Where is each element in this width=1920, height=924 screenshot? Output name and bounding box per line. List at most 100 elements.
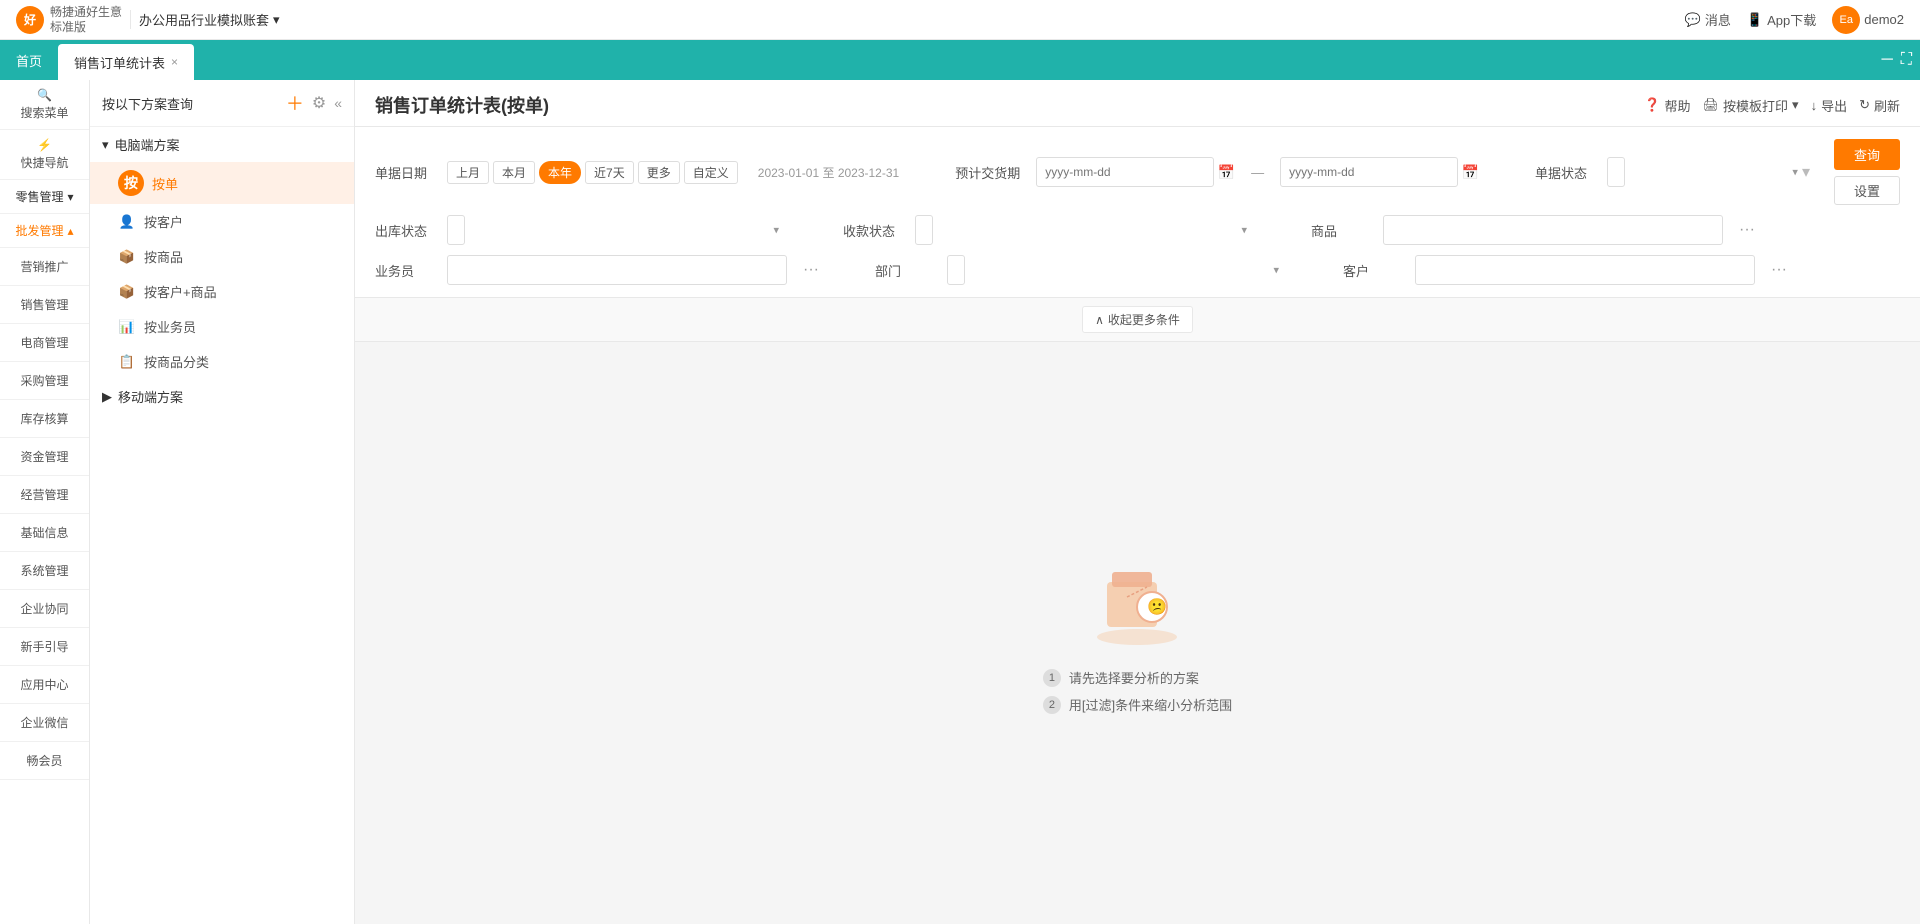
expected-date-end-input[interactable] — [1280, 157, 1457, 187]
scheme-group-desktop: ▾ 电脑端方案 按 按单 👤 按客户 📦 按商品 📦 按客户+ — [90, 127, 354, 379]
refresh-icon: ↻ — [1859, 97, 1870, 113]
tab-sales-order[interactable]: 销售订单统计表 × — [58, 44, 194, 80]
action-btns: 查询 设置 — [1834, 139, 1900, 205]
app-selector[interactable]: 办公用品行业模拟账套 ▾ — [130, 10, 288, 29]
out-status-select[interactable] — [447, 215, 465, 245]
date-btn-more[interactable]: 更多 — [638, 161, 680, 184]
sidebar-item-retail[interactable]: 零售管理 ▾ — [0, 180, 89, 214]
refresh-btn[interactable]: ↻ 刷新 — [1859, 96, 1900, 115]
scheme-item-by-goods[interactable]: 📦 按商品 — [90, 239, 354, 274]
status-select-wrapper — [1607, 157, 1806, 187]
expected-date-start-input[interactable] — [1036, 157, 1213, 187]
scheme-panel-actions: ＋ ⚙ « — [286, 90, 342, 116]
svg-text:😕: 😕 — [1147, 598, 1167, 616]
print-btn[interactable]: 🖨 按模板打印 ▾ — [1703, 96, 1799, 115]
print-arrow-icon: ▾ — [1792, 97, 1799, 113]
sidebar-item-sales[interactable]: 销售管理 — [0, 286, 89, 324]
settings-btn[interactable]: 设置 — [1834, 176, 1900, 205]
date-btn-7days[interactable]: 近7天 — [585, 161, 634, 184]
collapse-icon: ∧ — [1095, 313, 1104, 327]
sidebar-search-btn[interactable]: 🔍 搜索菜单 — [0, 80, 89, 130]
calendar-end-icon[interactable]: 📅 — [1462, 164, 1479, 181]
user-menu-btn[interactable]: Ea demo2 — [1832, 6, 1904, 34]
scheme-item-by-category[interactable]: 📋 按商品分类 — [90, 344, 354, 379]
hint-num-2: 2 — [1043, 696, 1061, 714]
scheme-customer-icon: 👤 — [118, 213, 136, 231]
goods-more-icon[interactable]: ··· — [1739, 221, 1755, 239]
search-icon: 🔍 — [37, 88, 52, 102]
export-btn[interactable]: ↓ 导出 — [1811, 96, 1848, 115]
scheme-item-by-customer[interactable]: 👤 按客户 — [90, 204, 354, 239]
pay-status-select[interactable] — [915, 215, 933, 245]
collapse-row: ∧ 收起更多条件 — [355, 298, 1920, 342]
sidebar-item-purchase[interactable]: 采购管理 — [0, 362, 89, 400]
customer-input[interactable] — [1415, 255, 1755, 285]
print-icon: 🖨 — [1703, 97, 1720, 113]
logo-icon: 好 — [16, 6, 44, 34]
scheme-group-desktop-title[interactable]: ▾ 电脑端方案 — [90, 127, 354, 162]
scheme-group-mobile: ▶ 移动端方案 — [90, 379, 354, 414]
status-select[interactable] — [1607, 157, 1625, 187]
department-wrapper — [947, 255, 1287, 285]
scheme-item-by-order[interactable]: 按 按单 — [90, 162, 354, 204]
scheme-item-by-salesperson[interactable]: 📊 按业务员 — [90, 309, 354, 344]
sidebar-item-wechat[interactable]: 企业微信 — [0, 704, 89, 742]
scheme-category-icon: 📋 — [118, 353, 136, 371]
salesperson-more-icon[interactable]: ··· — [803, 261, 819, 279]
download-icon: 📱 — [1747, 12, 1763, 28]
goods-input[interactable] — [1383, 215, 1723, 245]
sidebar-item-member[interactable]: 畅会员 — [0, 742, 89, 780]
department-select[interactable] — [947, 255, 965, 285]
scheme-panel-header: 按以下方案查询 ＋ ⚙ « — [90, 80, 354, 127]
date-btn-custom[interactable]: 自定义 — [684, 161, 738, 184]
out-status-wrapper — [447, 215, 787, 245]
quick-nav-icon: ⚡ — [37, 138, 52, 152]
add-scheme-icon[interactable]: ＋ — [286, 90, 304, 116]
message-btn[interactable]: 💬 消息 — [1685, 10, 1731, 29]
sidebar-item-marketing[interactable]: 营销推广 — [0, 248, 89, 286]
group-arrow-icon: ▾ — [102, 137, 109, 153]
date-range-display: 2023-01-01 至 2023-12-31 — [758, 164, 899, 181]
hint-num-1: 1 — [1043, 669, 1061, 687]
search-btn[interactable]: 查询 — [1834, 139, 1900, 170]
date-btn-this-month[interactable]: 本月 — [493, 161, 535, 184]
scheme-item-by-customer-goods[interactable]: 📦 按客户+商品 — [90, 274, 354, 309]
main-layout: 🔍 搜索菜单 ⚡ 快捷导航 零售管理 ▾ 批发管理 ▴ 营销推广 销售管理 电商… — [0, 80, 1920, 924]
settings-scheme-icon[interactable]: ⚙ — [312, 93, 326, 113]
empty-text: 1 请先选择要分析的方案 2 用[过滤]条件来缩小分析范围 — [1043, 668, 1232, 714]
pay-status-wrapper — [915, 215, 1255, 245]
scheme-customer-goods-icon: 📦 — [118, 283, 136, 301]
sidebar-item-system[interactable]: 系统管理 — [0, 552, 89, 590]
tab-home[interactable]: 首页 — [0, 40, 58, 80]
tab-minimize-icon[interactable]: ─ — [1881, 51, 1892, 69]
tab-close-icon[interactable]: × — [171, 55, 178, 69]
tab-maximize-icon[interactable]: ⛶ — [1901, 51, 1912, 69]
sidebar-item-ecommerce[interactable]: 电商管理 — [0, 324, 89, 362]
sidebar-item-operation[interactable]: 经营管理 — [0, 476, 89, 514]
date-btn-last-month[interactable]: 上月 — [447, 161, 489, 184]
scheme-group-mobile-title[interactable]: ▶ 移动端方案 — [90, 379, 354, 414]
sidebar-item-wholesale[interactable]: 批发管理 ▴ — [0, 214, 89, 248]
date-btn-this-year[interactable]: 本年 — [539, 161, 581, 184]
sidebar-quick-nav[interactable]: ⚡ 快捷导航 — [0, 130, 89, 180]
data-area: 😕 1 请先选择要分析的方案 2 用[过滤]条件来缩小分析范围 — [355, 342, 1920, 924]
collapse-scheme-icon[interactable]: « — [334, 95, 342, 111]
help-btn[interactable]: ❓ 帮助 — [1644, 96, 1690, 115]
scheme-goods-icon: 📦 — [118, 248, 136, 266]
sidebar-item-inventory[interactable]: 库存核算 — [0, 400, 89, 438]
avatar: Ea — [1832, 6, 1860, 34]
app-download-btn[interactable]: 📱 App下载 — [1747, 10, 1816, 29]
app-arrow-icon: ▾ — [273, 12, 280, 28]
salesperson-input[interactable] — [447, 255, 787, 285]
filter-row-status: 出库状态 收款状态 商品 ··· — [375, 215, 1900, 245]
customer-more-icon[interactable]: ··· — [1771, 261, 1787, 279]
wholesale-arrow-icon: ▴ — [67, 224, 73, 238]
collapse-btn[interactable]: ∧ 收起更多条件 — [1082, 306, 1193, 333]
sidebar-item-newbie[interactable]: 新手引导 — [0, 628, 89, 666]
calendar-start-icon[interactable]: 📅 — [1218, 164, 1235, 181]
sidebar-item-finance[interactable]: 资金管理 — [0, 438, 89, 476]
date-filter-label: 单据日期 — [375, 163, 431, 182]
sidebar-item-enterprise[interactable]: 企业协同 — [0, 590, 89, 628]
sidebar-item-app-center[interactable]: 应用中心 — [0, 666, 89, 704]
sidebar-item-basic-info[interactable]: 基础信息 — [0, 514, 89, 552]
